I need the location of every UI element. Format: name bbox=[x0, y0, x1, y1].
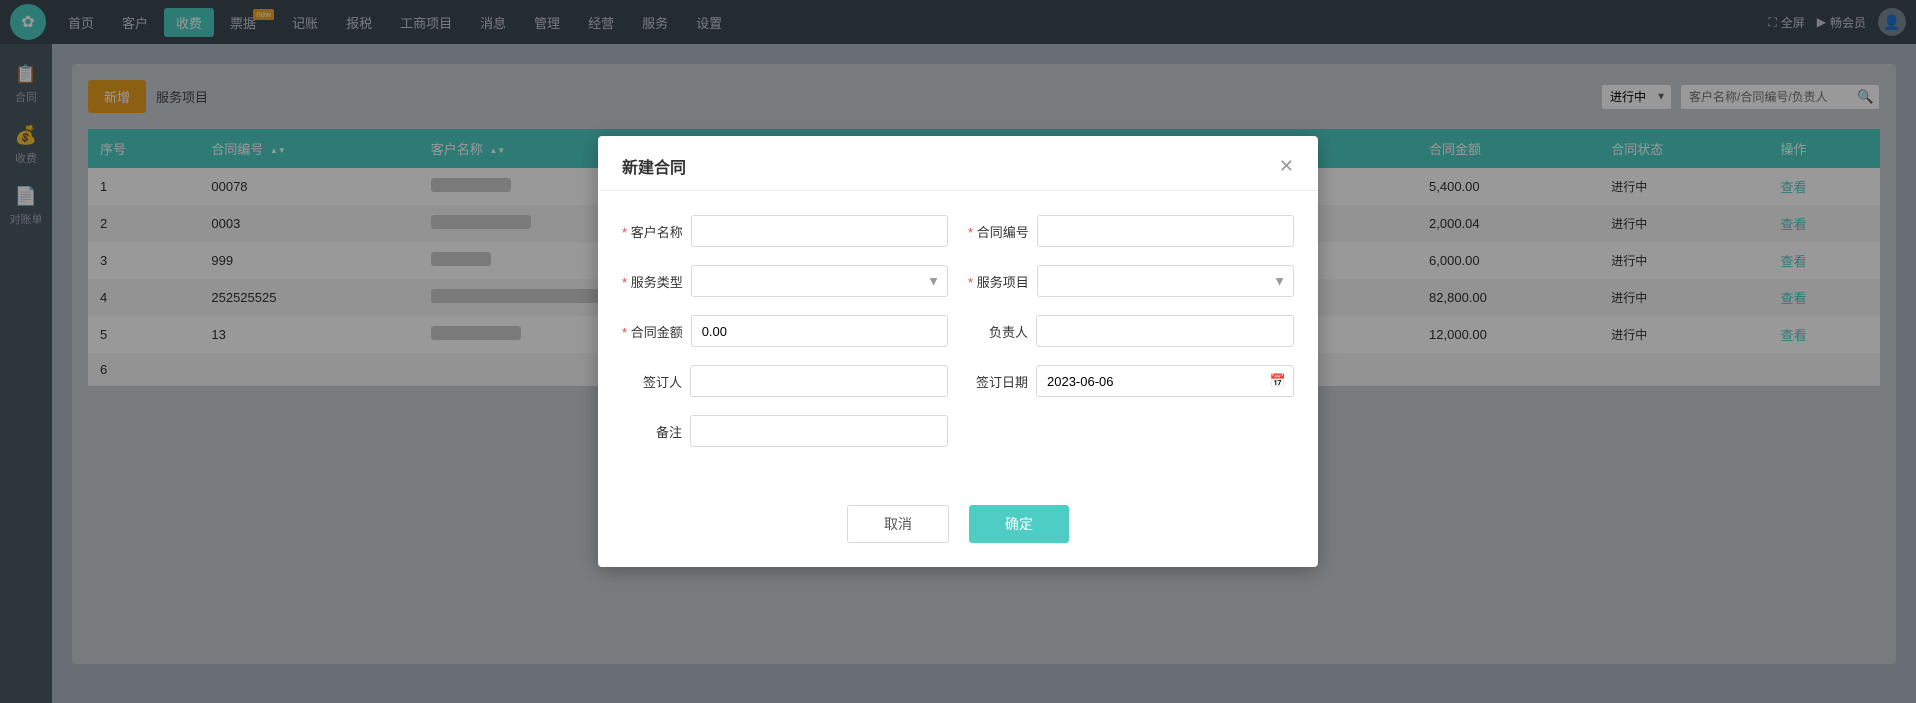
amount-label: * 合同金额 bbox=[622, 322, 683, 341]
remark-input[interactable] bbox=[690, 415, 948, 447]
owner-input[interactable] bbox=[1036, 315, 1294, 347]
signer-input[interactable] bbox=[690, 365, 948, 397]
cancel-button[interactable]: 取消 bbox=[847, 505, 949, 543]
signer-label: 签订人 bbox=[622, 372, 682, 391]
modal-body: * 客户名称 * 合同编号 * bbox=[598, 191, 1318, 489]
service-type-select[interactable] bbox=[691, 265, 948, 297]
owner-label: 负责人 bbox=[968, 322, 1028, 341]
required-star-4: * bbox=[968, 275, 973, 290]
required-star-2: * bbox=[968, 225, 973, 240]
modal-overlay[interactable]: 新建合同 ✕ * 客户名称 * 合同编号 bbox=[0, 0, 1916, 703]
required-star-3: * bbox=[622, 275, 627, 290]
contract-no-label: * 合同编号 bbox=[968, 222, 1029, 241]
form-field-client-name: * 客户名称 bbox=[622, 215, 948, 247]
contract-no-input[interactable] bbox=[1037, 215, 1294, 247]
amount-input[interactable] bbox=[691, 315, 948, 347]
sign-date-label: 签订日期 bbox=[968, 372, 1028, 391]
client-name-input[interactable] bbox=[691, 215, 948, 247]
form-row-4: 签订人 签订日期 📅 bbox=[622, 365, 1294, 397]
modal-close-button[interactable]: ✕ bbox=[1279, 157, 1294, 175]
modal-title: 新建合同 bbox=[622, 154, 686, 178]
form-field-amount: * 合同金额 bbox=[622, 315, 948, 347]
remark-label: 备注 bbox=[622, 422, 682, 441]
form-field-signer: 签订人 bbox=[622, 365, 948, 397]
sign-date-wrapper: 📅 bbox=[1036, 365, 1294, 397]
confirm-button[interactable]: 确定 bbox=[969, 505, 1069, 543]
service-item-label: * 服务项目 bbox=[968, 272, 1029, 291]
sign-date-input[interactable] bbox=[1036, 365, 1294, 397]
modal-footer: 取消 确定 bbox=[598, 489, 1318, 567]
required-star-5: * bbox=[622, 325, 627, 340]
form-row-2: * 服务类型 ▼ * 服务项目 bbox=[622, 265, 1294, 297]
form-field-sign-date: 签订日期 📅 bbox=[968, 365, 1294, 397]
service-type-select-wrapper: ▼ bbox=[691, 265, 948, 297]
form-field-contract-no: * 合同编号 bbox=[968, 215, 1294, 247]
modal-header: 新建合同 ✕ bbox=[598, 136, 1318, 191]
form-row-1: * 客户名称 * 合同编号 bbox=[622, 215, 1294, 247]
service-type-label: * 服务类型 bbox=[622, 272, 683, 291]
form-field-service-item: * 服务项目 ▼ bbox=[968, 265, 1294, 297]
service-item-select-wrapper: ▼ bbox=[1037, 265, 1294, 297]
form-row-3: * 合同金额 负责人 bbox=[622, 315, 1294, 347]
new-contract-modal: 新建合同 ✕ * 客户名称 * 合同编号 bbox=[598, 136, 1318, 567]
form-field-owner: 负责人 bbox=[968, 315, 1294, 347]
form-row-5: 备注 bbox=[622, 415, 1294, 447]
form-field-remark: 备注 bbox=[622, 415, 948, 447]
required-star: * bbox=[622, 225, 627, 240]
client-name-label: * 客户名称 bbox=[622, 222, 683, 241]
service-item-select[interactable] bbox=[1037, 265, 1294, 297]
form-field-service-type: * 服务类型 ▼ bbox=[622, 265, 948, 297]
